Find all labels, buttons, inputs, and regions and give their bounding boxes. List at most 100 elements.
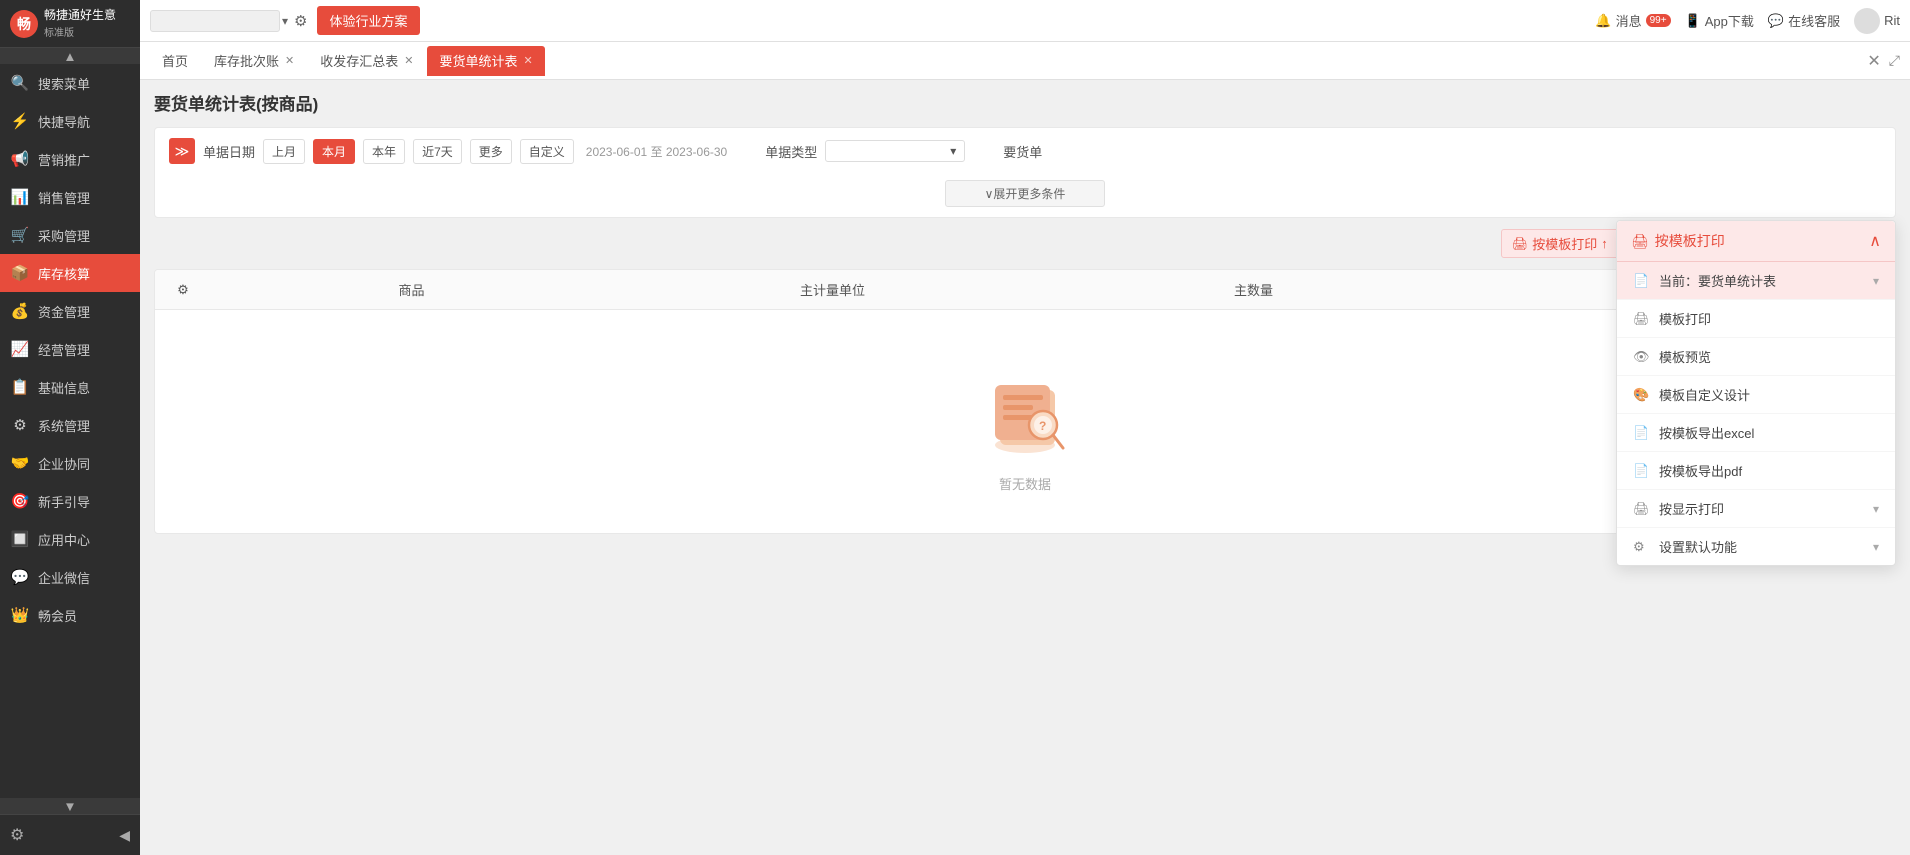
finance-icon: 💰 [10,301,30,321]
sidebar-item-quick-nav-label: 快捷导航 [38,112,90,131]
type-filter-select[interactable]: ▾ [825,140,965,162]
sidebar-collapse-btn[interactable]: ◀ [119,827,130,844]
user-area[interactable]: Rit [1854,8,1900,34]
sidebar-scroll-up[interactable]: ▲ [0,48,140,64]
sidebar-logo: 畅 畅捷通好生意 标准版 [0,0,140,48]
service-icon: 💬 [1768,13,1784,29]
topbar: ▾ ⚙ 体验行业方案 🔔 消息 99+ 📱 App下载 💬 在线客服 Rit [140,0,1910,42]
dropdown-item-template-design[interactable]: 🎨 模板自定义设计 [1617,376,1895,414]
date-filter-label: 单据日期 [203,142,255,161]
tab-order-stats-close[interactable]: ✕ [524,54,533,67]
expand-more-btn[interactable]: ∨ 展开更多条件 [945,180,1105,207]
dropdown-item-current-template[interactable]: 📄 当前：要货单统计表 ▾ [1617,262,1895,300]
print-up-arrow: ↑ [1601,236,1608,251]
sidebar-item-operations[interactable]: 📈 经营管理 [0,330,140,368]
operations-icon: 📈 [10,339,30,359]
template-design-icon: 🎨 [1633,387,1649,403]
guide-icon: 🎯 [10,491,30,511]
content-area: 要货单统计表(按商品) ≫ 单据日期 上月 本月 本年 近7天 更多 自定义 2… [140,80,1910,855]
sidebar-item-guide[interactable]: 🎯 新手引导 [0,482,140,520]
nav-input[interactable] [150,10,280,32]
date-btn-last-7-days[interactable]: 近7天 [413,139,462,164]
quick-nav-icon: ⚡ [10,111,30,131]
tab-order-stats[interactable]: 要货单统计表 ✕ [427,46,544,76]
sidebar-item-purchase-label: 采购管理 [38,226,90,245]
app-logo-icon: 畅 [10,10,38,38]
app-download-btn[interactable]: 📱 App下载 [1685,11,1754,30]
date-btn-more[interactable]: 更多 [470,139,512,164]
nav-dropdown-btn[interactable]: ▾ [282,14,288,28]
sidebar-item-system-label: 系统管理 [38,416,90,435]
sidebar-item-marketing[interactable]: 📢 营销推广 [0,140,140,178]
notifications-label: 消息 [1616,11,1642,30]
tabbar: 首页 库存批次账 ✕ 收发存汇总表 ✕ 要货单统计表 ✕ ✕ ⤢ [140,42,1910,80]
purchase-icon: 🛒 [10,225,30,245]
col-settings[interactable]: ⚙ [165,282,201,298]
sidebar-item-quick-nav[interactable]: ⚡ 快捷导航 [0,102,140,140]
print-template-btn[interactable]: 🖨 按模板打印 ↑ [1501,229,1619,258]
tab-receipt-summary[interactable]: 收发存汇总表 ✕ [308,46,425,76]
dropdown-item-export-pdf[interactable]: 📄 按模板导出pdf [1617,452,1895,490]
sidebar-settings-btn[interactable]: ⚙ [10,825,24,845]
sidebar-item-enterprise-wechat[interactable]: 💬 企业微信 [0,558,140,596]
date-btn-custom[interactable]: 自定义 [520,139,574,164]
type-filter-label: 单据类型 [765,142,817,161]
topbar-right: 🔔 消息 99+ 📱 App下载 💬 在线客服 Rit [1595,8,1900,34]
current-template-arrow: ▾ [1873,274,1879,288]
date-btn-current-year[interactable]: 本年 [363,139,405,164]
filter-expand-btn[interactable]: ≫ [169,138,195,164]
dropdown-item-default-func[interactable]: ⚙ 设置默认功能 ▾ [1617,528,1895,565]
sidebar-item-search[interactable]: 🔍 搜索菜单 [0,64,140,102]
sidebar-item-purchase[interactable]: 🛒 采购管理 [0,216,140,254]
tab-home[interactable]: 首页 [150,46,200,76]
sidebar-item-guide-label: 新手引导 [38,492,90,511]
sidebar-item-sales[interactable]: 📊 销售管理 [0,178,140,216]
sidebar-item-app-center[interactable]: 🔲 应用中心 [0,520,140,558]
sidebar-item-marketing-label: 营销推广 [38,150,90,169]
sidebar-item-inventory-label: 库存核算 [38,264,90,283]
sidebar-bottom: ⚙ ◀ [0,814,140,855]
sidebar-item-finance[interactable]: 💰 资金管理 [0,292,140,330]
member-icon: 👑 [10,605,30,625]
tabbar-expand-btn[interactable]: ⤢ [1889,52,1900,69]
tab-inventory-batch[interactable]: 库存批次账 ✕ [202,46,306,76]
sidebar-item-member[interactable]: 👑 畅会员 [0,596,140,634]
sidebar-item-base-info[interactable]: 📋 基础信息 [0,368,140,406]
dropdown-item-template-preview[interactable]: 👁 模板预览 [1617,338,1895,376]
type-select-arrow: ▾ [950,144,956,158]
enterprise-wechat-icon: 💬 [10,567,30,587]
tab-receipt-summary-close[interactable]: ✕ [404,54,413,67]
tab-inventory-batch-close[interactable]: ✕ [285,54,294,67]
app-center-icon: 🔲 [10,529,30,549]
app-name: 畅捷通好生意 [44,8,116,24]
date-range-display: 2023-06-01 至 2023-06-30 [586,143,727,160]
enterprise-icon: 🤝 [10,453,30,473]
template-preview-icon: 👁 [1633,349,1649,365]
default-func-arrow: ▾ [1873,540,1879,554]
date-btn-current-month[interactable]: 本月 [313,139,355,164]
trial-btn[interactable]: 体验行业方案 [317,6,419,35]
user-avatar [1854,8,1880,34]
popup-title: 🖨 按模板打印 [1631,231,1725,251]
display-print-arrow: ▾ [1873,502,1879,516]
filter-bar: ≫ 单据日期 上月 本月 本年 近7天 更多 自定义 2023-06-01 至 … [154,127,1896,218]
dropdown-item-display-print[interactable]: 🖨 按显示打印 ▾ [1617,490,1895,528]
sidebar-scroll-down[interactable]: ▼ [0,798,140,814]
notifications-btn[interactable]: 🔔 消息 99+ [1595,11,1670,30]
sidebar-item-inventory[interactable]: 📦 库存核算 [0,254,140,292]
empty-icon: ? [975,370,1075,460]
topbar-gear-btn[interactable]: ⚙ [294,12,307,30]
sidebar-item-system[interactable]: ⚙ 系统管理 [0,406,140,444]
app-download-label: App下载 [1705,11,1754,30]
dropdown-item-export-excel[interactable]: 📄 按模板导出excel [1617,414,1895,452]
col-unit: 主计量单位 [622,280,1043,299]
tabbar-close-all-btn[interactable]: ✕ [1867,51,1880,71]
sidebar-item-member-label: 畅会员 [38,606,77,625]
popup-close-btn[interactable]: ∧ [1869,231,1881,251]
online-service-btn[interactable]: 💬 在线客服 [1768,11,1840,30]
sidebar-item-enterprise[interactable]: 🤝 企业协同 [0,444,140,482]
date-btn-last-month[interactable]: 上月 [263,139,305,164]
dropdown-item-template-print[interactable]: 🖨 模板打印 [1617,300,1895,338]
system-icon: ⚙ [10,415,30,435]
online-service-label: 在线客服 [1788,11,1840,30]
